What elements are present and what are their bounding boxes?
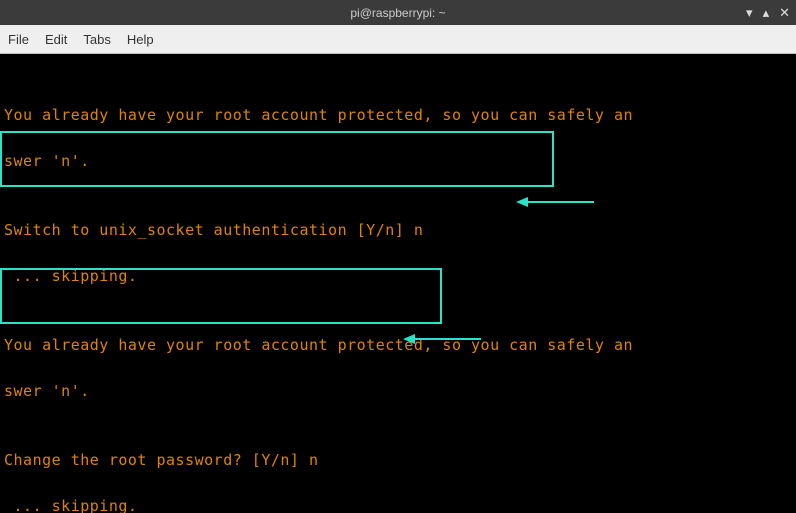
window-controls: ▾ ▴ ✕ (746, 5, 790, 21)
menu-tabs[interactable]: Tabs (83, 32, 110, 47)
menu-file[interactable]: File (8, 32, 29, 47)
window-title: pi@raspberrypi: ~ (350, 6, 445, 20)
terminal-line: swer 'n'. (4, 380, 792, 403)
menu-help[interactable]: Help (127, 32, 154, 47)
terminal-line: ... skipping. (4, 265, 792, 288)
terminal-line: Change the root password? [Y/n] n (4, 449, 792, 472)
maximize-icon[interactable]: ▴ (763, 5, 770, 21)
terminal-line: You already have your root account prote… (4, 334, 792, 357)
terminal-line: You already have your root account prote… (4, 104, 792, 127)
terminal-line: ... skipping. (4, 495, 792, 513)
close-icon[interactable]: ✕ (779, 5, 790, 21)
menubar: File Edit Tabs Help (0, 25, 796, 54)
terminal-line: swer 'n'. (4, 150, 792, 173)
terminal-output: You already have your root account prote… (0, 54, 796, 513)
menu-edit[interactable]: Edit (45, 32, 67, 47)
terminal-line: Switch to unix_socket authentication [Y/… (4, 219, 792, 242)
window-titlebar: pi@raspberrypi: ~ ▾ ▴ ✕ (0, 0, 796, 25)
minimize-icon[interactable]: ▾ (746, 5, 753, 21)
